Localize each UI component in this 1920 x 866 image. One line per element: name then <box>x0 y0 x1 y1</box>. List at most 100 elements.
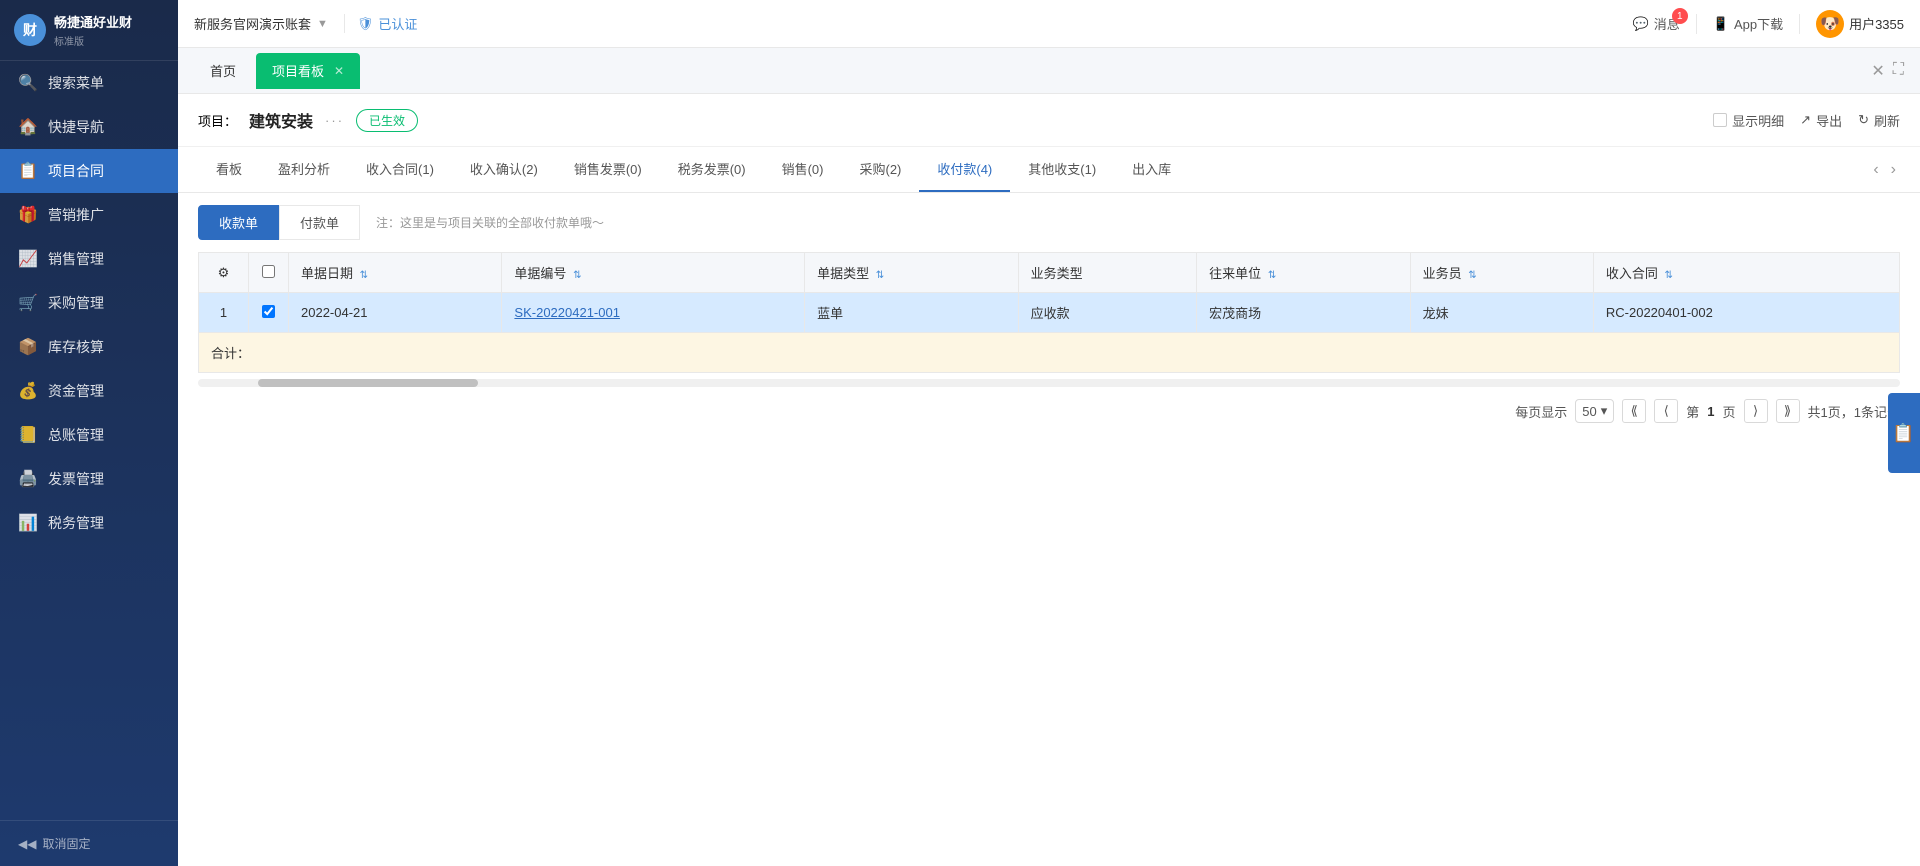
sidebar-item-label: 搜索菜单 <box>48 73 104 93</box>
first-page-button[interactable]: ⟪ <box>1622 399 1646 423</box>
ledger-icon: 📒 <box>18 425 38 445</box>
last-page-button[interactable]: ⟫ <box>1776 399 1800 423</box>
next-page-button[interactable]: ⟩ <box>1744 399 1768 423</box>
row-checkbox[interactable] <box>262 305 275 318</box>
col-partner-label: 往来单位 <box>1209 266 1261 281</box>
per-page-select[interactable]: 50 ▾ <box>1575 399 1614 423</box>
account-selector[interactable]: 新服务官网演示账套 ▼ <box>194 14 345 33</box>
col-checkbox[interactable] <box>249 253 289 293</box>
unpin-button[interactable]: ◀◀ 取消固定 <box>0 820 178 866</box>
float-right-icon: 📋 <box>1893 422 1915 444</box>
current-page: 1 <box>1707 404 1714 419</box>
float-right-button[interactable]: 📋 <box>1888 393 1920 473</box>
sub-tab-other-expense[interactable]: 其他收支(1) <box>1010 147 1114 192</box>
col-income-contract[interactable]: 收入合同 ⇅ <box>1593 253 1899 293</box>
refresh-button[interactable]: ↻ 刷新 <box>1858 111 1900 130</box>
sub-tab-profit[interactable]: 盈利分析 <box>260 147 348 192</box>
col-date-label: 单据日期 <box>301 266 353 281</box>
next-page-icon: ⟩ <box>1753 403 1758 419</box>
sort-number-icon: ⇅ <box>573 270 581 281</box>
tab-close-icon[interactable]: ✕ <box>334 64 344 78</box>
sub-tab-next-icon[interactable]: › <box>1887 157 1900 183</box>
col-salesperson[interactable]: 业务员 ⇅ <box>1410 253 1593 293</box>
project-more-button[interactable]: ··· <box>325 113 344 128</box>
sidebar-item-marketing[interactable]: 🎁 营销推广 <box>0 193 178 237</box>
sidebar-item-label: 税务管理 <box>48 513 104 533</box>
col-date[interactable]: 单据日期 ⇅ <box>289 253 502 293</box>
export-button[interactable]: ↗ 导出 <box>1800 111 1842 130</box>
tab-project-board[interactable]: 项目看板 ✕ <box>256 53 360 89</box>
total-info: 共1页，1条记录 <box>1808 402 1900 421</box>
user-profile[interactable]: 🐶 用户3355 <box>1816 10 1904 38</box>
sub-tab-prev-icon[interactable]: ‹ <box>1869 157 1882 183</box>
project-header: 项目： 建筑安装 ··· 已生效 显示明细 ↗ 导出 ↻ 刷新 <box>178 94 1920 147</box>
sub-tab-kanban[interactable]: 看板 <box>198 147 260 192</box>
col-type-label: 单据类型 <box>817 266 869 281</box>
project-prefix: 项目： <box>198 111 237 130</box>
sidebar-item-shortcut[interactable]: 🏠 快捷导航 <box>0 105 178 149</box>
unpin-label: 取消固定 <box>42 835 90 852</box>
sidebar-item-search[interactable]: 🔍 搜索菜单 <box>0 61 178 105</box>
horizontal-scrollbar[interactable] <box>198 379 1900 387</box>
btn-tab-receipt[interactable]: 收款单 <box>198 205 279 240</box>
certified-text: 已认证 <box>378 14 417 33</box>
sub-tab-receipt[interactable]: 收付款(4) <box>919 147 1010 192</box>
close-window-icon[interactable]: ✕ <box>1871 61 1884 81</box>
user-name: 用户3355 <box>1849 14 1904 33</box>
search-icon: 🔍 <box>18 73 38 93</box>
sidebar-item-label: 项目合同 <box>48 161 104 181</box>
topbar-right: 💬 消息 1 📱 App下载 🐶 用户3355 <box>1633 10 1904 38</box>
sub-tab-income-contract[interactable]: 收入合同(1) <box>348 147 452 192</box>
sub-tab-nav: ‹ › <box>1869 157 1900 183</box>
show-detail-toggle[interactable]: 显示明细 <box>1713 111 1784 130</box>
sub-tab-sales[interactable]: 销售(0) <box>764 147 842 192</box>
avatar: 🐶 <box>1816 10 1844 38</box>
scrollbar-thumb[interactable] <box>258 379 478 387</box>
sidebar-item-label: 快捷导航 <box>48 117 104 137</box>
btn-tab-payment[interactable]: 付款单 <box>279 205 360 240</box>
col-number[interactable]: 单据编号 ⇅ <box>502 253 805 293</box>
show-detail-checkbox[interactable] <box>1713 113 1727 127</box>
sidebar-item-ledger[interactable]: 📒 总账管理 <box>0 413 178 457</box>
topbar-divider-1 <box>1696 14 1697 34</box>
prev-page-button[interactable]: ⟨ <box>1654 399 1678 423</box>
app-download-button[interactable]: 📱 App下载 <box>1713 14 1783 33</box>
home-icon: 🏠 <box>18 117 38 137</box>
window-controls: ✕ ⛶ <box>1871 61 1904 81</box>
col-type[interactable]: 单据类型 ⇅ <box>805 253 1018 293</box>
app-logo: 财 <box>14 14 46 46</box>
total-label: 合计： <box>211 346 250 361</box>
col-salesperson-label: 业务员 <box>1423 266 1462 281</box>
sub-tab-purchase[interactable]: 采购(2) <box>841 147 919 192</box>
sidebar-item-inventory[interactable]: 📦 库存核算 <box>0 325 178 369</box>
col-number-label: 单据编号 <box>514 266 566 281</box>
sidebar-item-sales[interactable]: 📈 销售管理 <box>0 237 178 281</box>
maximize-window-icon[interactable]: ⛶ <box>1893 61 1904 81</box>
sidebar-item-contract[interactable]: 📋 项目合同 <box>0 149 178 193</box>
shield-icon: 🛡 <box>357 16 374 32</box>
sort-salesperson-icon: ⇅ <box>1468 270 1476 281</box>
message-button[interactable]: 💬 消息 1 <box>1633 14 1680 33</box>
sidebar-item-invoice[interactable]: 🖨️ 发票管理 <box>0 457 178 501</box>
page-prefix: 第 <box>1686 402 1699 421</box>
table-row[interactable]: 1 2022-04-21 SK-20220421-001 蓝单 应收款 宏茂商场… <box>199 293 1900 333</box>
project-actions: 显示明细 ↗ 导出 ↻ 刷新 <box>1713 111 1900 130</box>
cell-number[interactable]: SK-20220421-001 <box>502 293 805 333</box>
sub-tab-in-out[interactable]: 出入库 <box>1114 147 1189 192</box>
gift-icon: 🎁 <box>18 205 38 225</box>
sub-tab-income-confirm[interactable]: 收入确认(2) <box>452 147 556 192</box>
receipt-number-link[interactable]: SK-20220421-001 <box>514 305 620 320</box>
sidebar-item-tax[interactable]: 📊 税务管理 <box>0 501 178 545</box>
cell-checkbox[interactable] <box>249 293 289 333</box>
box-icon: 📦 <box>18 337 38 357</box>
tab-home[interactable]: 首页 <box>194 53 252 89</box>
col-settings[interactable]: ⚙ <box>199 253 249 293</box>
settings-icon[interactable]: ⚙ <box>218 265 230 280</box>
sub-tab-sales-invoice[interactable]: 销售发票(0) <box>556 147 660 192</box>
select-all-checkbox[interactable] <box>262 265 275 278</box>
sidebar-item-funds[interactable]: 💰 资金管理 <box>0 369 178 413</box>
col-partner[interactable]: 往来单位 ⇅ <box>1197 253 1410 293</box>
sort-date-icon: ⇅ <box>360 270 368 281</box>
sub-tab-tax-invoice[interactable]: 税务发票(0) <box>660 147 764 192</box>
sidebar-item-purchase[interactable]: 🛒 采购管理 <box>0 281 178 325</box>
